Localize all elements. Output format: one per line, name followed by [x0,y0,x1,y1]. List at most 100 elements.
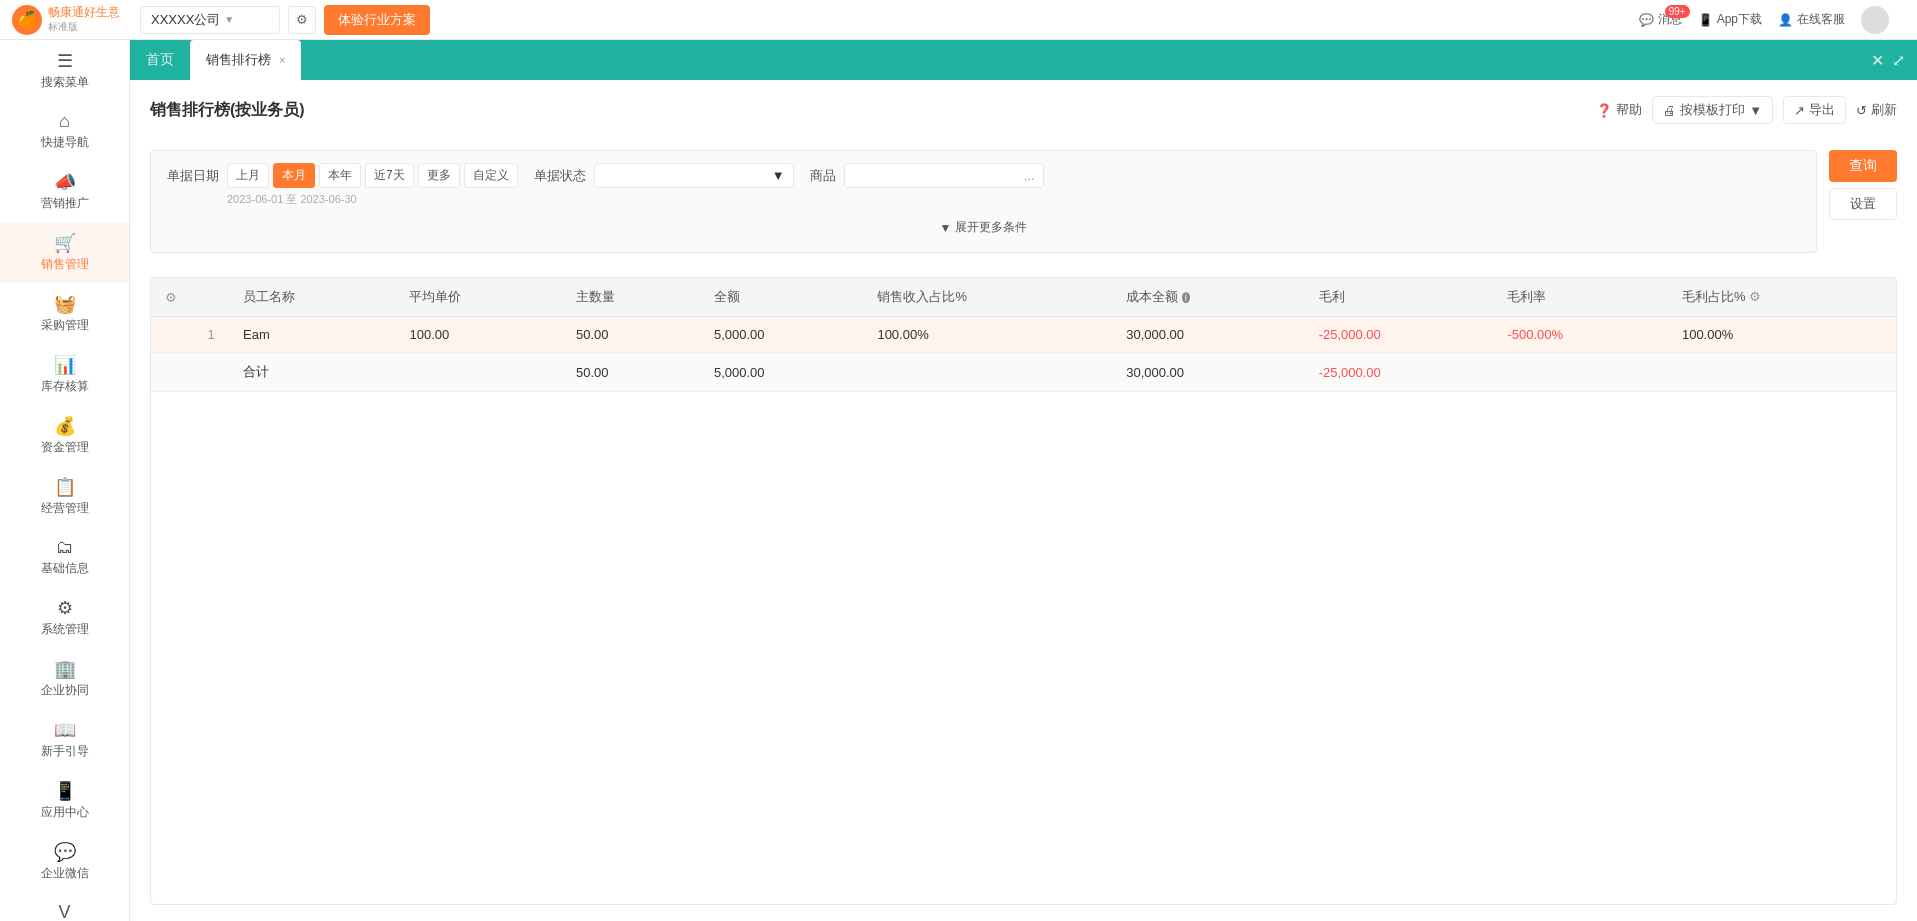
marketing-icon: 📣 [54,171,76,193]
sidebar-item-apps[interactable]: 📱 应用中心 [0,770,129,831]
status-filter-label: 单据状态 [534,167,586,185]
page-title: 销售排行榜(按业务员) [150,100,305,121]
row-avg-price: 100.00 [397,317,563,353]
tab-close-window-button[interactable]: ✕ [1871,51,1884,70]
sidebar-item-finance[interactable]: 💰 资金管理 [0,405,129,466]
row-settings-icon [151,317,191,353]
sidebar-label-basics: 基础信息 [41,560,89,577]
finance-icon: 💰 [54,415,76,437]
app-icon: 📱 [1698,13,1713,27]
sidebar-item-purchase[interactable]: 🧺 采购管理 [0,283,129,344]
trial-button[interactable]: 体验行业方案 [324,5,430,35]
tab-sales-ranking[interactable]: 销售排行榜 × [190,40,301,80]
refresh-icon: ↺ [1856,103,1867,118]
help-button[interactable]: ❓ 帮助 [1596,101,1642,119]
row-index: 1 [191,317,231,353]
col-settings[interactable]: ⚙ [151,278,191,317]
goods-input[interactable]: ... [844,163,1044,188]
footer-gross: -25,000.00 [1307,353,1496,392]
purchase-icon: 🧺 [54,293,76,315]
data-table: ⚙ 员工名称 平均单价 主数量 全额 销售收入占比% 成本全额 i 毛利 [150,277,1897,905]
footer-label: 合计 [231,353,397,392]
date-btn-this-month[interactable]: 本月 [273,163,315,188]
footer-total: 5,000.00 [702,353,865,392]
footer-main-qty: 50.00 [564,353,702,392]
sidebar-item-corp[interactable]: 🏢 企业协同 [0,648,129,709]
sidebar-item-guide[interactable]: 📖 新手引导 [0,709,129,770]
date-btn-7days[interactable]: 近7天 [365,163,414,188]
footer-cost-total: 30,000.00 [1114,353,1306,392]
col-sales-ratio: 销售收入占比% [865,278,1114,317]
footer-index [191,353,231,392]
date-btn-more[interactable]: 更多 [418,163,460,188]
col-index [191,278,231,317]
header-actions: ❓ 帮助 🖨 按模板打印 ▼ ↗ 导出 [1596,96,1897,124]
online-service-button[interactable]: 👤 在线客服 [1778,11,1845,28]
row-gross-ratio: 100.00% [1670,317,1896,353]
message-button[interactable]: 💬 消息 99+ [1639,11,1682,28]
settings-button[interactable]: ⚙ [288,6,316,34]
sidebar-item-quick-nav[interactable]: ⌂ 快捷导航 [0,101,129,161]
print-chevron-icon: ▼ [1749,103,1762,118]
status-select[interactable]: ▼ [594,163,794,188]
expand-down-icon: ▼ [940,221,952,235]
sidebar-label-system: 系统管理 [41,621,89,638]
sidebar-label-search: 搜索菜单 [41,74,89,91]
sidebar-item-inventory[interactable]: 📊 库存核算 [0,344,129,405]
inventory-icon: 📊 [54,354,76,376]
tab-maximize-button[interactable]: ⤢ [1892,51,1905,70]
print-icon: 🖨 [1663,103,1676,118]
date-btn-custom[interactable]: 自定义 [464,163,518,188]
sidebar-item-system[interactable]: ⚙ 系统管理 [0,587,129,648]
export-button[interactable]: ↗ 导出 [1783,96,1846,124]
filter-row: 单据日期 上月 本月 本年 近7天 更多 自定义 [167,163,1800,188]
query-button[interactable]: 查询 [1829,150,1897,182]
sidebar-item-sales[interactable]: 🛒 销售管理 [0,222,129,283]
sidebar-label-sales: 销售管理 [41,256,89,273]
logo-area: 🍊 畅康通好生意 标准版 [12,5,120,35]
row-gross: -25,000.00 [1307,317,1496,353]
company-selector[interactable]: XXXXX公司 ▼ [140,6,280,34]
sidebar-item-operations[interactable]: 📋 经营管理 [0,466,129,527]
expand-more-button[interactable]: ▼ 展开更多条件 [167,215,1800,240]
logo-icon: 🍊 [12,5,42,35]
sidebar-label-operations: 经营管理 [41,500,89,517]
page-header: 销售排行榜(按业务员) ❓ 帮助 🖨 按模板打印 ▼ [150,96,1897,124]
table-row: 1 Eam 100.00 50.00 5,000.00 100.00% 30,0… [151,317,1896,353]
sidebar-label-quick-nav: 快捷导航 [41,134,89,151]
sidebar-item-basics[interactable]: 🗂 基础信息 [0,527,129,587]
sidebar-item-search[interactable]: ☰ 搜索菜单 [0,40,129,101]
sidebar-item-marketing[interactable]: 📣 营销推广 [0,161,129,222]
apps-icon: 📱 [54,780,76,802]
print-button[interactable]: 🖨 按模板打印 ▼ [1652,96,1773,124]
col-total: 全额 [702,278,865,317]
sidebar-label-marketing: 营销推广 [41,195,89,212]
avatar[interactable] [1861,6,1889,34]
sidebar-label-wechat: 企业微信 [41,865,89,882]
date-btn-last-month[interactable]: 上月 [227,163,269,188]
tab-actions: ✕ ⤢ [1859,51,1917,70]
date-btn-this-year[interactable]: 本年 [319,163,361,188]
tab-close-icon[interactable]: × [279,54,285,66]
date-range-text: 2023-06-01 至 2023-06-30 [227,192,1800,207]
sidebar-label-finance: 资金管理 [41,439,89,456]
sidebar-label-corp: 企业协同 [41,682,89,699]
col-gross-ratio: 毛利占比% ⚙ [1670,278,1896,317]
row-gross-rate: -500.00% [1495,317,1670,353]
goods-more-icon: ... [1024,168,1035,183]
col-avg-price: 平均单价 [397,278,563,317]
row-sales-ratio: 100.00% [865,317,1114,353]
online-service-label: 在线客服 [1797,11,1845,28]
corp-icon: 🏢 [54,658,76,680]
message-icon: 💬 [1639,13,1654,27]
settings-btn[interactable]: 设置 [1829,188,1897,220]
sidebar-item-member[interactable]: V 畅会员 [0,892,129,921]
col-main-qty: 主数量 [564,278,702,317]
refresh-button[interactable]: ↺ 刷新 [1856,101,1897,119]
help-icon: ❓ [1596,103,1612,118]
app-download-button[interactable]: 📱 App下载 [1698,11,1762,28]
tab-home[interactable]: 首页 [130,40,190,80]
sidebar-item-wechat[interactable]: 💬 企业微信 [0,831,129,892]
col-cost-total: 成本全额 i [1114,278,1306,317]
sales-icon: 🛒 [54,232,76,254]
